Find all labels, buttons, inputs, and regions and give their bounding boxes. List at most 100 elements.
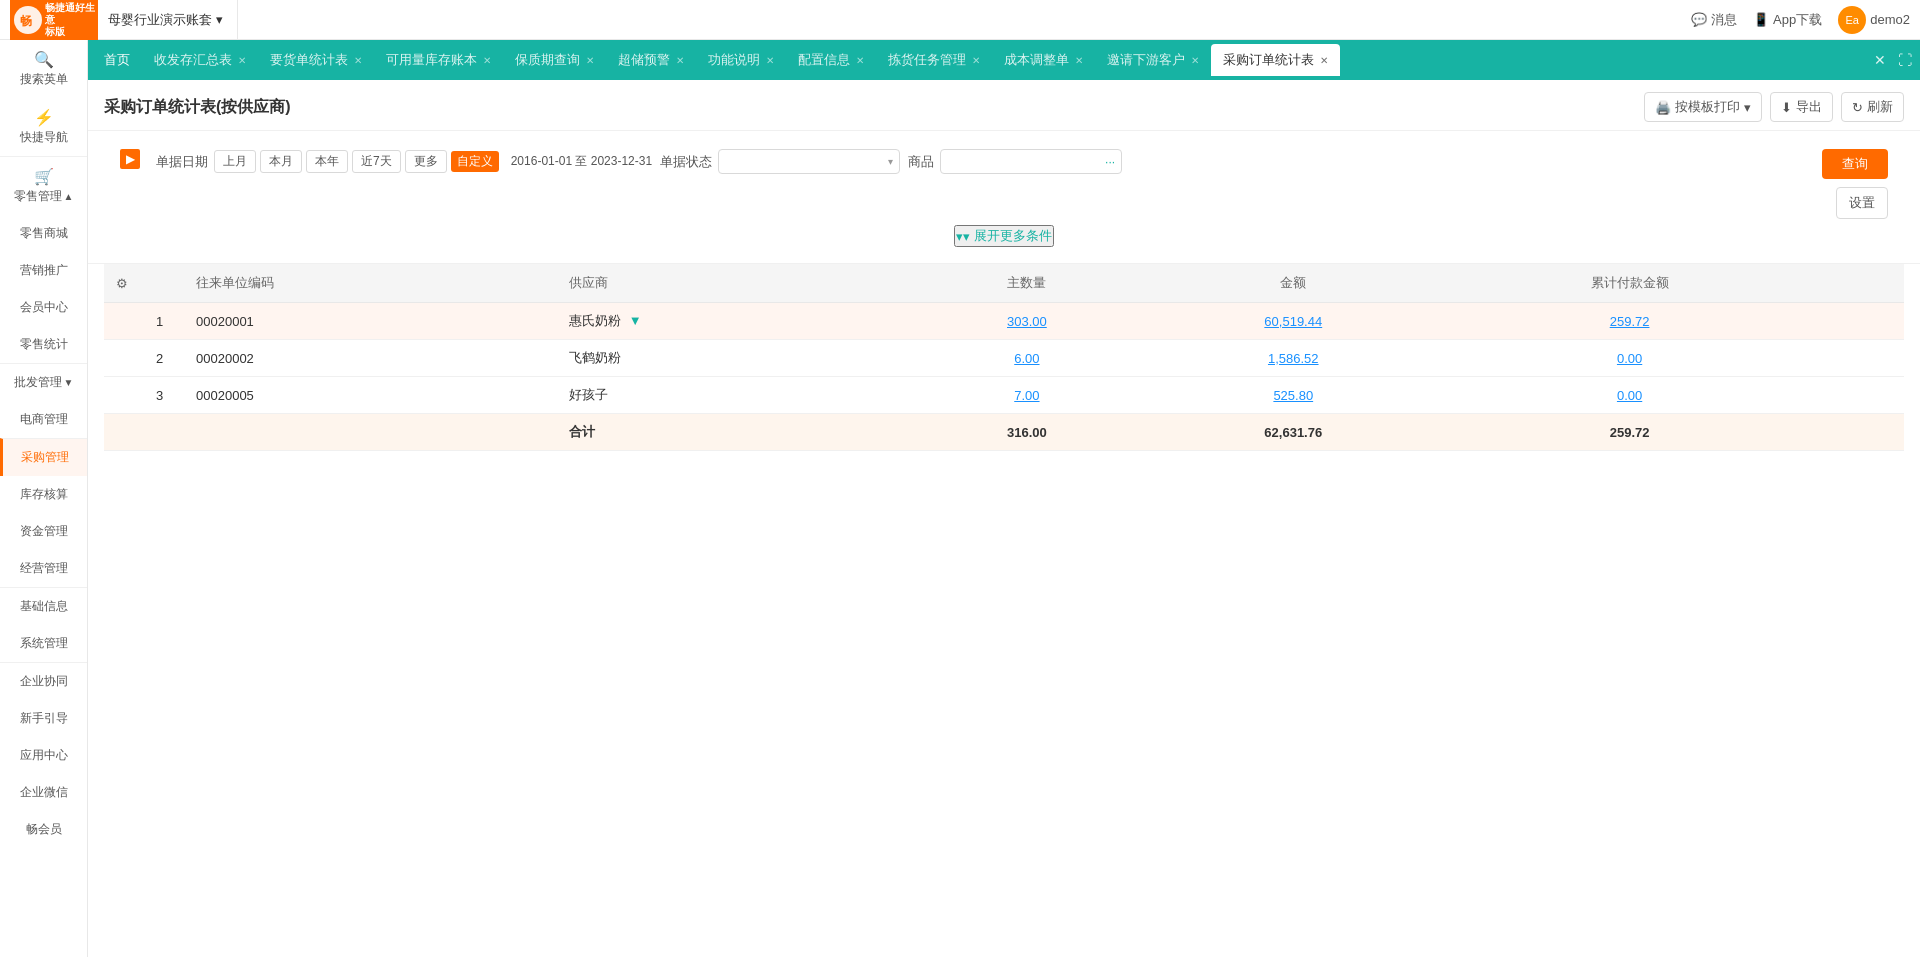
sidebar-item-enterprise[interactable]: 企业协同 xyxy=(0,662,87,700)
close-icon-pick-task[interactable]: ✕ xyxy=(972,55,980,66)
table-row[interactable]: 3 00020005 好孩子 7.00 525.80 xyxy=(104,377,1904,414)
row3-paid-amount: 0.00 xyxy=(1443,377,1816,414)
column-settings-icon[interactable]: ⚙ xyxy=(116,276,128,291)
collapse-arrow-button[interactable]: ▶ xyxy=(120,149,140,169)
setting-button[interactable]: 设置 xyxy=(1836,187,1888,219)
footer-index xyxy=(144,414,184,451)
app-download-btn[interactable]: 📱 App下载 xyxy=(1753,11,1822,29)
sidebar-item-appcenter[interactable]: 应用中心 xyxy=(0,737,87,774)
close-icon-cost-adjust[interactable]: ✕ xyxy=(1075,55,1083,66)
row1-paid-amount: 259.72 xyxy=(1443,303,1816,340)
tab-receive-pay[interactable]: 收发存汇总表 ✕ xyxy=(142,44,258,76)
tab-home[interactable]: 首页 xyxy=(92,44,142,76)
row3-index: 3 xyxy=(144,377,184,414)
expand-more-btn[interactable]: ▾▾ 展开更多条件 xyxy=(954,225,1054,247)
date-btn-7days[interactable]: 近7天 xyxy=(352,150,401,173)
arrow-icon: ▲ xyxy=(64,191,74,202)
sidebar-item-newguide[interactable]: 新手引导 xyxy=(0,700,87,737)
sidebar-item-member[interactable]: 会员中心 xyxy=(0,289,87,326)
refresh-button[interactable]: ↻ 刷新 xyxy=(1841,92,1904,122)
sidebar-item-wechat[interactable]: 企业微信 xyxy=(0,774,87,811)
message-btn[interactable]: 💬 消息 xyxy=(1691,11,1737,29)
col-settings[interactable]: ⚙ xyxy=(104,264,144,303)
tab-invite-customer[interactable]: 邀请下游客户 ✕ xyxy=(1095,44,1211,76)
tab-overstock[interactable]: 超储预警 ✕ xyxy=(606,44,696,76)
tab-inventory-ledger[interactable]: 可用量库存账本 ✕ xyxy=(374,44,503,76)
table-row[interactable]: 1 00020001 惠氏奶粉 ▼ 303.00 60 xyxy=(104,303,1904,340)
status-select-input[interactable] xyxy=(719,150,899,173)
date-custom-tag: 自定义 xyxy=(451,151,499,172)
col-index xyxy=(144,264,184,303)
sidebar-item-system[interactable]: 系统管理 xyxy=(0,625,87,662)
close-all-tabs-icon[interactable]: ✕ xyxy=(1870,48,1890,72)
close-icon-invite-customer[interactable]: ✕ xyxy=(1191,55,1199,66)
close-icon-config-info[interactable]: ✕ xyxy=(856,55,864,66)
tab-cost-adjust[interactable]: 成本调整单 ✕ xyxy=(992,44,1095,76)
goods-input-wrapper: ··· xyxy=(940,149,1122,174)
chevron-down-icon: ▾ xyxy=(216,12,223,27)
sidebar-item-quicknav[interactable]: ⚡ 快捷导航 xyxy=(0,98,87,156)
filter-left: 单据日期 上月 本月 本年 近7天 更多 自定义 xyxy=(156,149,1806,174)
date-btn-last-month[interactable]: 上月 xyxy=(214,150,256,173)
close-icon-expiry-query[interactable]: ✕ xyxy=(586,55,594,66)
row1-index: 1 xyxy=(144,303,184,340)
sidebar-item-retail-shop[interactable]: 零售商城 xyxy=(0,215,87,252)
table-row[interactable]: 2 00020002 飞鹤奶粉 6.00 1,586.52 xyxy=(104,340,1904,377)
row2-settings xyxy=(104,340,144,377)
sidebar-item-marketing[interactable]: 营销推广 xyxy=(0,252,87,289)
close-icon-func-desc[interactable]: ✕ xyxy=(766,55,774,66)
page-header-actions: 🖨️ 按模板打印 ▾ ⬇ 导出 ↻ 刷新 xyxy=(1644,92,1904,122)
filter-date-item: 单据日期 上月 本月 本年 近7天 更多 自定义 xyxy=(156,150,499,173)
sidebar-item-basic[interactable]: 基础信息 xyxy=(0,587,87,625)
close-icon-overstock[interactable]: ✕ xyxy=(676,55,684,66)
sidebar-item-retail[interactable]: 🛒 零售管理 ▲ xyxy=(0,156,87,215)
date-btn-more[interactable]: 更多 xyxy=(405,150,447,173)
tab-config-info[interactable]: 配置信息 ✕ xyxy=(786,44,876,76)
date-btn-this-year[interactable]: 本年 xyxy=(306,150,348,173)
close-icon-purchase-stats[interactable]: ✕ xyxy=(354,55,362,66)
maximize-icon[interactable]: ⛶ xyxy=(1894,48,1916,72)
goods-input[interactable] xyxy=(941,150,1121,173)
row2-index: 2 xyxy=(144,340,184,377)
workspace-selector[interactable]: 母婴行业演示账套 ▾ xyxy=(98,0,238,40)
status-select-wrapper[interactable]: ▾ xyxy=(718,149,900,174)
row2-amount: 1,586.52 xyxy=(1144,340,1443,377)
sidebar-item-finance[interactable]: 资金管理 xyxy=(0,513,87,550)
date-range-display: 2016-01-01 至 2023-12-31 xyxy=(511,153,652,170)
logo-area: 畅 畅捷通好生意 标版 xyxy=(10,0,98,40)
close-icon-purchase-summary[interactable]: ✕ xyxy=(1320,55,1328,66)
sidebar-item-operations[interactable]: 经营管理 xyxy=(0,550,87,587)
page-header: 采购订单统计表(按供应商) 🖨️ 按模板打印 ▾ ⬇ 导出 ↻ xyxy=(88,80,1920,131)
tab-func-desc[interactable]: 功能说明 ✕ xyxy=(696,44,786,76)
query-button[interactable]: 查询 xyxy=(1822,149,1888,179)
footer-paid-amount: 259.72 xyxy=(1443,414,1816,451)
row1-expand-icon[interactable]: ▼ xyxy=(629,313,642,328)
sidebar-item-wholesale[interactable]: 批发管理 ▼ xyxy=(0,363,87,401)
date-btn-this-month[interactable]: 本月 xyxy=(260,150,302,173)
tab-purchase-stats[interactable]: 要货单统计表 ✕ xyxy=(258,44,374,76)
footer-main-qty: 316.00 xyxy=(910,414,1143,451)
close-icon-inventory-ledger[interactable]: ✕ xyxy=(483,55,491,66)
user-profile[interactable]: Ea demo2 xyxy=(1838,6,1910,34)
sidebar-item-purchase[interactable]: 采购管理 xyxy=(0,438,87,476)
tab-expiry-query[interactable]: 保质期查询 ✕ xyxy=(503,44,606,76)
status-caret-icon: ▾ xyxy=(888,156,893,167)
table-body: 1 00020001 惠氏奶粉 ▼ 303.00 60 xyxy=(104,303,1904,414)
export-button[interactable]: ⬇ 导出 xyxy=(1770,92,1833,122)
sidebar-item-search[interactable]: 🔍 搜索英单 xyxy=(0,40,87,98)
print-button[interactable]: 🖨️ 按模板打印 ▾ xyxy=(1644,92,1762,122)
tab-pick-task[interactable]: 拣货任务管理 ✕ xyxy=(876,44,992,76)
sidebar-item-inventory[interactable]: 库存核算 xyxy=(0,476,87,513)
footer-row: 合计 316.00 62,631.76 259.72 xyxy=(104,414,1904,451)
sidebar-item-vip[interactable]: 畅会员 xyxy=(0,811,87,848)
tab-purchase-summary[interactable]: 采购订单统计表 ✕ xyxy=(1211,44,1340,76)
sidebar-item-retail-stats[interactable]: 零售统计 xyxy=(0,326,87,363)
table-area: ⚙ 往来单位编码 供应商 主数量 金额 累计付款金额 xyxy=(88,264,1920,957)
message-icon: 💬 xyxy=(1691,12,1707,27)
sidebar-item-ecommerce[interactable]: 电商管理 xyxy=(0,401,87,438)
row3-extra xyxy=(1816,377,1904,414)
row1-main-qty: 303.00 xyxy=(910,303,1143,340)
footer-summary-label: 合计 xyxy=(557,414,910,451)
goods-more-icon[interactable]: ··· xyxy=(1105,155,1115,169)
close-icon-receive-pay[interactable]: ✕ xyxy=(238,55,246,66)
